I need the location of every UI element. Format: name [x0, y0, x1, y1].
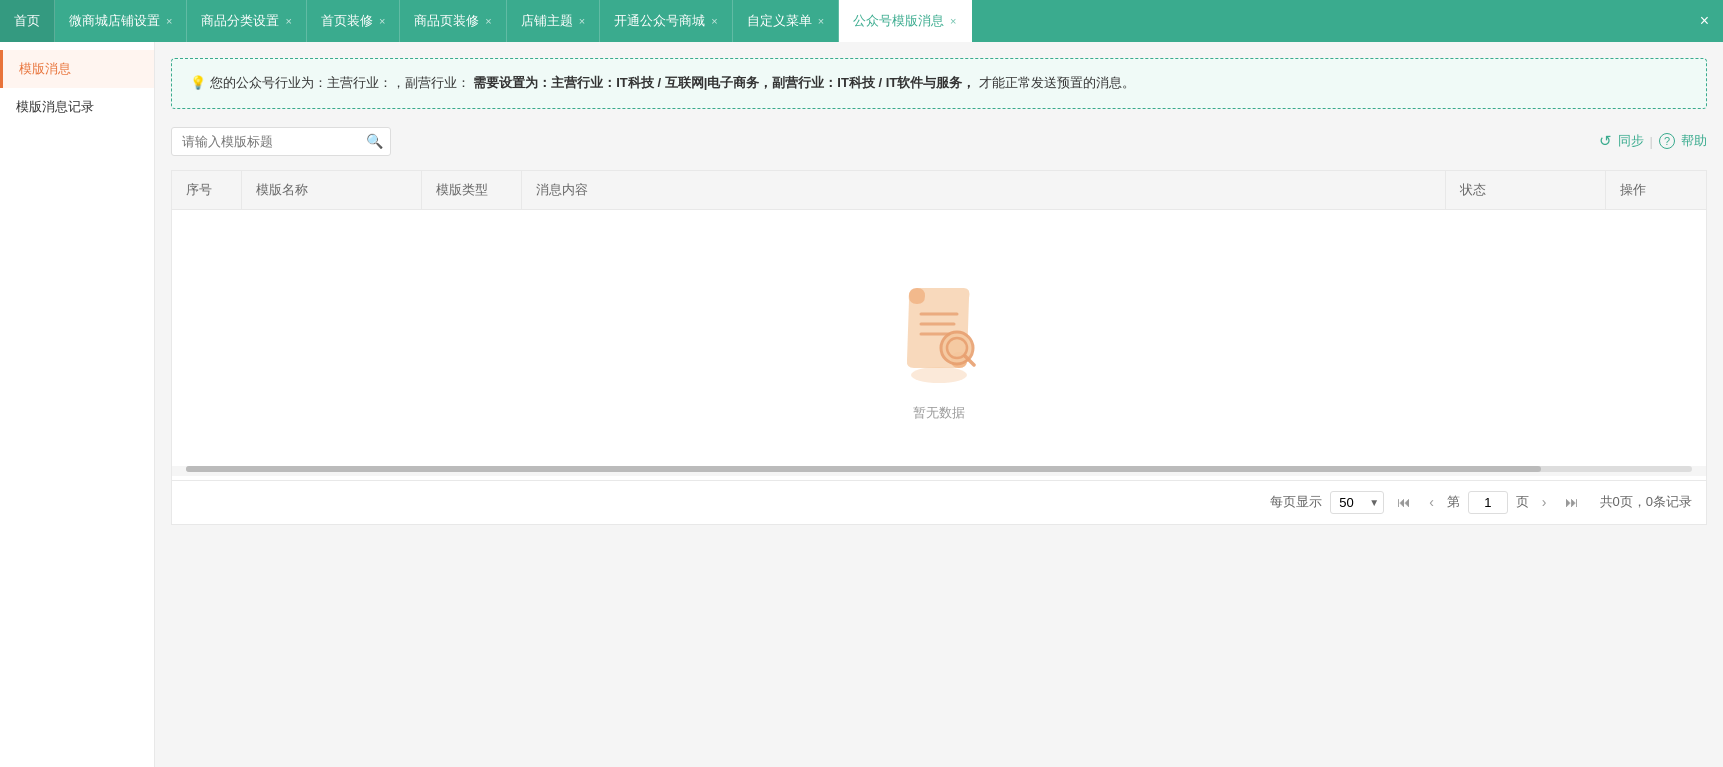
sync-button[interactable]: 同步	[1618, 132, 1644, 150]
data-table: 序号 模版名称 模版类型 消息内容 状态 操作	[171, 170, 1707, 525]
per-page-select[interactable]: 50 10 20 100	[1330, 491, 1384, 514]
nav-tab-home-decor-close[interactable]: ×	[379, 15, 385, 27]
search-icon[interactable]: 🔍	[366, 133, 383, 149]
scrollbar-track	[186, 466, 1692, 472]
notice-suffix: 才能正常发送预置的消息。	[979, 75, 1135, 90]
nav-tab-theme-label: 店铺主题	[521, 12, 573, 30]
th-name: 模版名称	[242, 171, 422, 209]
nav-tab-menu-label: 自定义菜单	[747, 12, 812, 30]
notice-prefix: 您的公众号行业为：主营行业：，副营行业：	[210, 75, 470, 90]
th-content: 消息内容	[522, 171, 1446, 209]
sync-icon: ↺	[1599, 132, 1612, 150]
th-type: 模版类型	[422, 171, 522, 209]
search-input-wrap: 🔍	[171, 127, 391, 156]
first-page-button[interactable]: ⏮	[1392, 492, 1416, 512]
prev-page-button[interactable]: ‹	[1424, 492, 1439, 512]
per-page-select-wrap: 50 10 20 100 ▼	[1330, 491, 1384, 514]
nav-tab-product-decor-close[interactable]: ×	[485, 15, 491, 27]
nav-tab-product-decor[interactable]: 商品页装修 ×	[400, 0, 506, 42]
content-area: 💡 您的公众号行业为：主营行业：，副营行业： 需要设置为：主营行业：IT科技 /…	[155, 42, 1723, 767]
sidebar-item-template-msg[interactable]: 模版消息	[0, 50, 154, 88]
nav-tab-mall-label: 开通公众号商城	[614, 12, 705, 30]
nav-tab-shop-settings-label: 微商城店铺设置	[69, 12, 160, 30]
page-unit: 页	[1516, 493, 1529, 511]
last-page-button[interactable]: ⏭	[1560, 492, 1584, 512]
th-status: 状态	[1446, 171, 1606, 209]
page-number-input[interactable]	[1468, 491, 1508, 514]
nav-tab-theme[interactable]: 店铺主题 ×	[507, 0, 600, 42]
pagination: 每页显示 50 10 20 100 ▼ ⏮ ‹ 第 页 › ⏭ 共0页，0	[172, 480, 1706, 524]
empty-state-icon	[879, 270, 999, 390]
nav-tab-mall-close[interactable]: ×	[711, 15, 717, 27]
th-index: 序号	[172, 171, 242, 209]
sidebar: 模版消息 模版消息记录	[0, 42, 155, 767]
nav-tab-product-decor-label: 商品页装修	[414, 12, 479, 30]
notice-box: 💡 您的公众号行业为：主营行业：，副营行业： 需要设置为：主营行业：IT科技 /…	[171, 58, 1707, 109]
nav-tab-category[interactable]: 商品分类设置 ×	[187, 0, 306, 42]
nav-tab-menu-close[interactable]: ×	[818, 15, 824, 27]
horizontal-scrollbar[interactable]	[172, 466, 1706, 476]
th-action: 操作	[1606, 171, 1706, 209]
nav-tab-category-label: 商品分类设置	[201, 12, 279, 30]
empty-text: 暂无数据	[913, 404, 965, 422]
help-icon: ?	[1659, 133, 1675, 149]
total-info: 共0页，0条记录	[1600, 493, 1692, 511]
top-nav: 首页 微商城店铺设置 × 商品分类设置 × 首页装修 × 商品页装修 × 店铺主…	[0, 0, 1723, 42]
nav-tab-mall[interactable]: 开通公众号商城 ×	[600, 0, 732, 42]
toolbar-divider: |	[1650, 134, 1653, 149]
toolbar-right: ↺ 同步 | ? 帮助	[1599, 132, 1707, 150]
nav-tab-home-decor[interactable]: 首页装修 ×	[307, 0, 400, 42]
sidebar-item-template-msg-records[interactable]: 模版消息记录	[0, 88, 154, 126]
page-label: 第	[1447, 493, 1460, 511]
nav-tab-menu[interactable]: 自定义菜单 ×	[733, 0, 839, 42]
sidebar-item-template-msg-records-label: 模版消息记录	[16, 99, 94, 114]
search-input[interactable]	[171, 127, 391, 156]
nav-tab-home-decor-label: 首页装修	[321, 12, 373, 30]
main-layout: 模版消息 模版消息记录 💡 您的公众号行业为：主营行业：，副营行业： 需要设置为…	[0, 42, 1723, 767]
nav-tab-theme-close[interactable]: ×	[579, 15, 585, 27]
nav-tab-home-label: 首页	[14, 12, 40, 30]
nav-tab-category-close[interactable]: ×	[285, 15, 291, 27]
scrollbar-thumb[interactable]	[186, 466, 1541, 472]
help-button[interactable]: 帮助	[1681, 132, 1707, 150]
search-bar: 🔍 ↺ 同步 | ? 帮助	[171, 127, 1707, 156]
nav-tab-home[interactable]: 首页	[0, 0, 55, 42]
nav-tab-template-msg-close[interactable]: ×	[950, 15, 956, 27]
nav-tab-shop-settings-close[interactable]: ×	[166, 15, 172, 27]
svg-point-0	[911, 367, 967, 383]
table-header: 序号 模版名称 模版类型 消息内容 状态 操作	[172, 171, 1706, 210]
sidebar-item-template-msg-label: 模版消息	[19, 61, 71, 76]
nav-close-all-button[interactable]: ×	[1686, 12, 1723, 30]
nav-tab-template-msg[interactable]: 公众号模版消息 ×	[839, 0, 971, 42]
empty-state: 暂无数据	[172, 210, 1706, 462]
notice-highlight: 需要设置为：主营行业：IT科技 / 互联网|电子商务，副营行业：IT科技 / I…	[473, 75, 975, 90]
per-page-label: 每页显示	[1270, 493, 1322, 511]
nav-tab-template-msg-label: 公众号模版消息	[853, 12, 944, 30]
notice-icon: 💡	[190, 75, 210, 90]
next-page-button[interactable]: ›	[1537, 492, 1552, 512]
nav-tab-shop-settings[interactable]: 微商城店铺设置 ×	[55, 0, 187, 42]
